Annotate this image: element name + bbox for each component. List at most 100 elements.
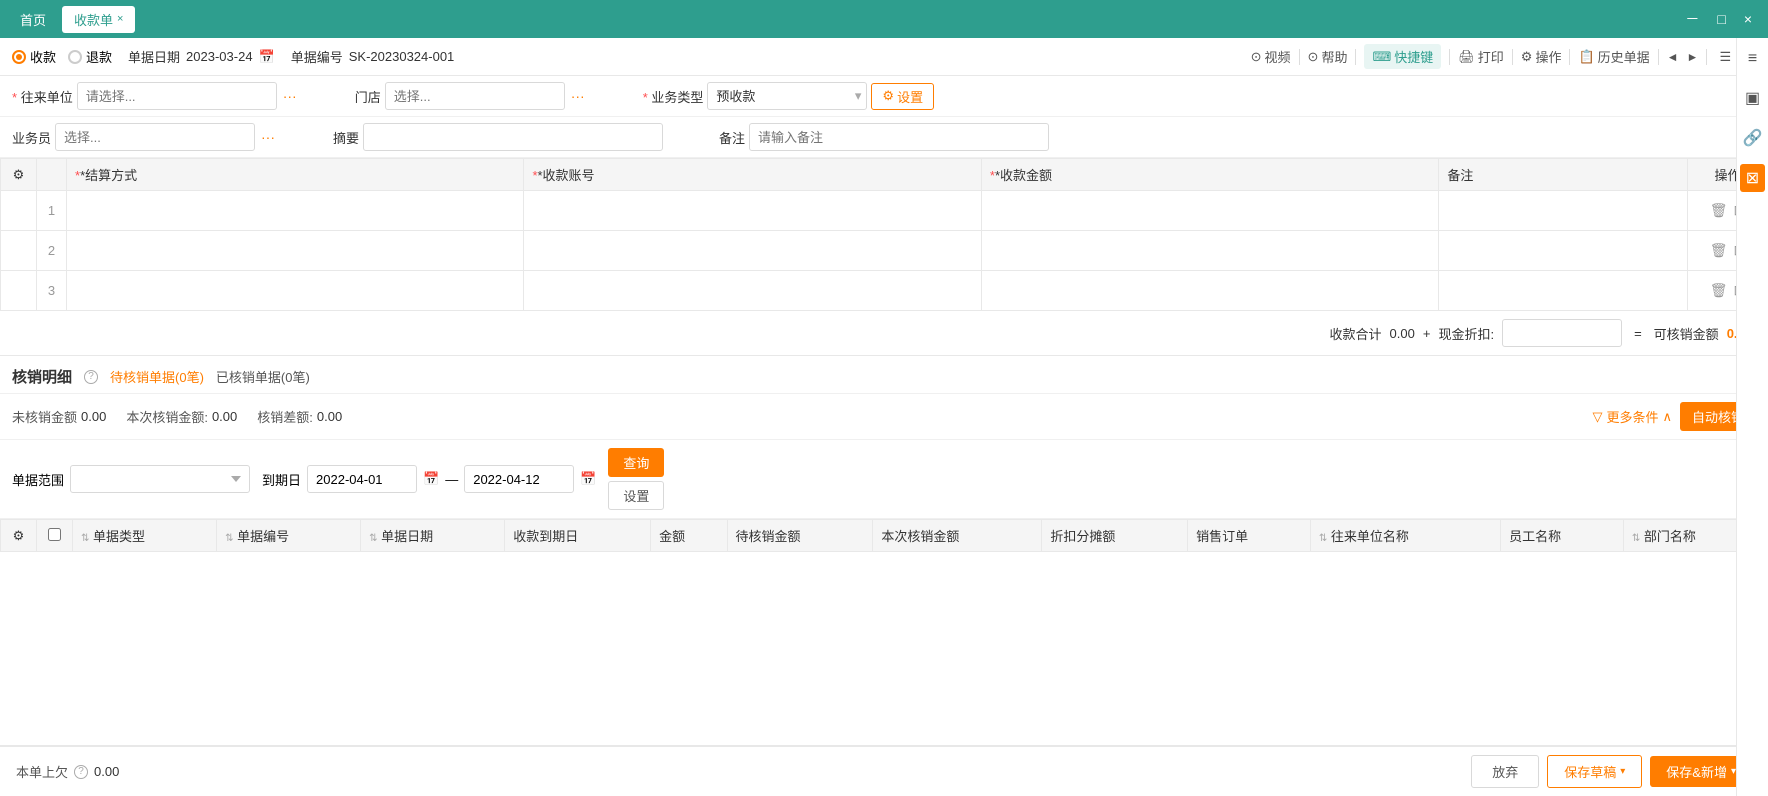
td-gear-1 <box>1 191 37 231</box>
th-order: 销售订单 <box>1188 520 1311 552</box>
writeoff-info-icon[interactable]: ? <box>84 370 98 384</box>
divider4 <box>1512 49 1513 65</box>
td-remarks-1[interactable] <box>1439 191 1688 231</box>
date-range-field: 到期日 📅 — 📅 <box>262 465 596 493</box>
date-calendar-icon[interactable]: 📅 <box>259 49 275 65</box>
business-type-select[interactable]: 预收款 <box>707 82 867 110</box>
th-amount: 金额 <box>651 520 727 552</box>
td-amount-1[interactable] <box>981 191 1438 231</box>
help-button[interactable]: ⊙ 帮助 <box>1308 47 1348 66</box>
detail-table-container: ⚙ ⇅ 单据类型 ⇅ 单据编号 <box>0 519 1768 552</box>
minimize-button[interactable]: － <box>1677 7 1707 31</box>
select-all-checkbox[interactable] <box>48 528 61 541</box>
date-field: 单据日期 2023-03-24 📅 <box>128 47 275 66</box>
query-button[interactable]: 查询 <box>608 448 664 477</box>
nav-next-button[interactable]: ► <box>1687 50 1699 64</box>
writeoff-settings-button[interactable]: 设置 <box>608 481 664 510</box>
video-button[interactable]: ⊙ 视频 <box>1251 47 1291 66</box>
summary-field: 摘要 <box>333 123 663 151</box>
more-conditions-btn[interactable]: ▽ 更多条件 ∧ <box>1592 407 1672 426</box>
print-icon: 🖨 <box>1458 49 1475 65</box>
delete-row-3-btn[interactable]: 🗑 <box>1710 282 1728 299</box>
number-field: 单据编号 SK-20230324-001 <box>291 47 455 66</box>
range-select[interactable] <box>70 465 250 493</box>
td-amount-2[interactable] <box>981 231 1438 271</box>
th-employee: 员工名称 <box>1501 520 1624 552</box>
th-due-date: 收款到期日 <box>505 520 651 552</box>
td-amount-3[interactable] <box>981 271 1438 311</box>
sidebar-icon-3[interactable]: 🔗 <box>1739 124 1767 152</box>
nav-prev-button[interactable]: ◄ <box>1667 50 1679 64</box>
help-icon: ⊙ <box>1308 49 1319 65</box>
divider6 <box>1658 49 1659 65</box>
radio-refund[interactable]: 退款 <box>68 47 112 66</box>
close-tab-icon[interactable]: × <box>117 13 123 25</box>
divider3 <box>1449 49 1450 65</box>
th-discount: 折扣分摊额 <box>1042 520 1188 552</box>
abandon-button[interactable]: 放弃 <box>1471 755 1539 788</box>
discount-input[interactable] <box>1502 319 1622 347</box>
delete-row-1-btn[interactable]: 🗑 <box>1710 202 1728 219</box>
sidebar-icon-1[interactable]: ≡ <box>1744 46 1761 72</box>
bottom-info-icon[interactable]: ? <box>74 765 88 779</box>
td-settlement-3[interactable] <box>67 271 524 311</box>
sidebar-icon-4[interactable]: ⊠ <box>1740 164 1765 192</box>
th-pending-amount: 待核销金额 <box>727 520 873 552</box>
th-current-amount: 本次核销金额 <box>873 520 1042 552</box>
store-input[interactable] <box>385 82 565 110</box>
td-remarks-2[interactable] <box>1439 231 1688 271</box>
td-num-1: 1 <box>37 191 67 231</box>
td-settlement-2[interactable] <box>67 231 524 271</box>
calendar-from-icon[interactable]: 📅 <box>423 471 439 487</box>
query-btn-group: 查询 设置 <box>608 448 664 510</box>
td-account-3[interactable] <box>524 271 981 311</box>
th-gear[interactable]: ⚙ <box>1 159 37 191</box>
td-account-2[interactable] <box>524 231 981 271</box>
receipt-table-section: ⚙ **结算方式 **收款账号 **收款金额 备注 操作 <box>0 158 1768 311</box>
th-checkbox: ⚙ <box>1 520 37 552</box>
list-view-btn[interactable]: ☰ <box>1715 47 1735 67</box>
save-draft-button[interactable]: 保存草稿 ▾ <box>1547 755 1642 788</box>
shortcut-button[interactable]: ⌨ 快捷键 <box>1364 44 1441 69</box>
sidebar-icon-2[interactable]: ▣ <box>1741 84 1764 112</box>
print-button[interactable]: 🖨 打印 <box>1458 47 1504 66</box>
settings-button[interactable]: ⚙ 设置 <box>871 83 934 110</box>
counterparty-input[interactable] <box>77 82 277 110</box>
radio-receipt[interactable]: 收款 <box>12 47 56 66</box>
th-doc-type: ⇅ 单据类型 <box>73 520 217 552</box>
table-header: ⚙ **结算方式 **收款账号 **收款金额 备注 操作 <box>1 159 1768 191</box>
divider7 <box>1706 49 1707 65</box>
form-row-1: * 往来单位 ··· 门店 ··· * 业务类型 预收款 ▾ ⚙ 设置 <box>0 76 1768 117</box>
tab-done[interactable]: 已核销单据(0笔) <box>216 367 310 386</box>
calendar-to-icon[interactable]: 📅 <box>580 471 596 487</box>
history-button[interactable]: 📋 历史单据 <box>1578 47 1649 66</box>
salesperson-input[interactable] <box>55 123 255 151</box>
writeoff-section: 核销明细 ? 待核销单据(0笔) 已核销单据(0笔) 未核销金额 0.00 本次… <box>0 356 1768 745</box>
date-from-input[interactable] <box>307 465 417 493</box>
delete-row-2-btn[interactable]: 🗑 <box>1710 242 1728 259</box>
td-settlement-1[interactable] <box>67 191 524 231</box>
th-counterparty: ⇅ 往来单位名称 <box>1310 520 1500 552</box>
store-more-btn[interactable]: ··· <box>569 88 587 104</box>
remarks-input[interactable] <box>749 123 1049 151</box>
nav-receipt[interactable]: 收款单 × <box>62 6 135 33</box>
tab-pending[interactable]: 待核销单据(0笔) <box>110 367 204 386</box>
nav-home[interactable]: 首页 <box>8 6 58 33</box>
date-to-input[interactable] <box>464 465 574 493</box>
current-writeoff-stat: 本次核销金额: 0.00 <box>126 407 237 426</box>
summary-input[interactable] <box>363 123 663 151</box>
operation-button[interactable]: ⚙ 操作 <box>1521 47 1562 66</box>
gear-detail-icon[interactable]: ⚙ <box>13 528 25 543</box>
td-account-1[interactable] <box>524 191 981 231</box>
td-gear-3 <box>1 271 37 311</box>
counterparty-more-btn[interactable]: ··· <box>281 88 299 104</box>
close-button[interactable]: × <box>1736 9 1760 29</box>
radio-receipt-dot <box>12 50 26 64</box>
maximize-button[interactable]: □ <box>1709 9 1733 29</box>
salesperson-more-btn[interactable]: ··· <box>259 129 277 145</box>
td-remarks-3[interactable] <box>1439 271 1688 311</box>
main-container: 收款 退款 单据日期 2023-03-24 📅 单据编号 SK-20230324… <box>0 38 1768 796</box>
th-check <box>37 520 73 552</box>
store-field: 门店 ··· <box>355 82 587 110</box>
form-row-2: 业务员 ··· 摘要 备注 <box>0 117 1768 158</box>
